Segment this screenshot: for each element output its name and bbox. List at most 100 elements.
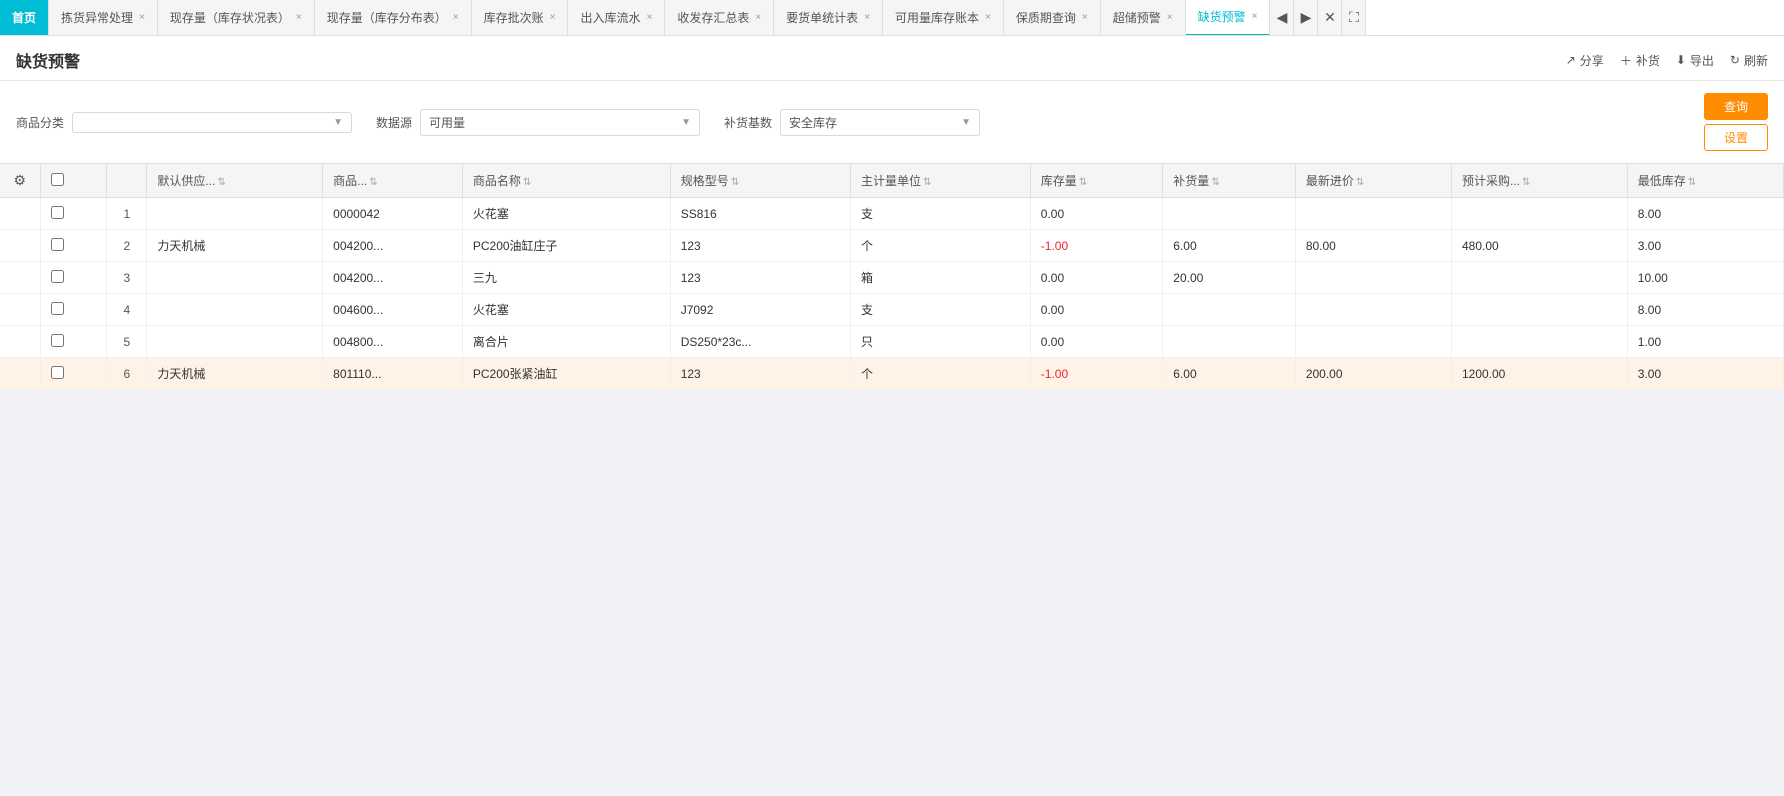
sort-product-code-icon: ⇅	[369, 177, 377, 188]
tab-expiry-query[interactable]: 保质期查询 ×	[1004, 0, 1101, 36]
row-stock-qty-2: 0.00	[1030, 262, 1163, 294]
row-min-stock-1: 3.00	[1627, 230, 1783, 262]
tab-demand-stats[interactable]: 要货单统计表 ×	[774, 0, 883, 36]
tab-available-ledger[interactable]: 可用量库存账本 ×	[883, 0, 1004, 36]
replenish-button[interactable]: ＋ 补货	[1620, 52, 1660, 69]
refresh-label: 刷新	[1744, 52, 1768, 69]
table-container: ⚙ 默认供应...⇅ 商品...⇅ 商品名称⇅ 规格型号⇅ 主计量单位⇅ 库存量…	[0, 163, 1784, 390]
sort-spec-icon: ⇅	[731, 177, 739, 188]
row-min-stock-2: 10.00	[1627, 262, 1783, 294]
tab-available-ledger-close[interactable]: ×	[985, 12, 991, 23]
tab-inventory-status[interactable]: 现存量（库存状况表） ×	[158, 0, 315, 36]
select-all-checkbox[interactable]	[51, 173, 64, 186]
share-button[interactable]: ↗ 分享	[1566, 52, 1604, 69]
tab-inventory-dist[interactable]: 现存量（库存分布表） ×	[315, 0, 472, 36]
row-unit-2: 箱	[851, 262, 1031, 294]
col-unit[interactable]: 主计量单位⇅	[851, 164, 1031, 198]
sort-min-stock-icon: ⇅	[1688, 177, 1696, 188]
col-stock-qty[interactable]: 库存量⇅	[1030, 164, 1163, 198]
replenish-base-select[interactable]: 安全库存 ▼	[780, 109, 980, 136]
row-checkbox-5[interactable]	[40, 358, 107, 390]
row-stock-qty-5: -1.00	[1030, 358, 1163, 390]
row-select-checkbox-2[interactable]	[51, 270, 64, 283]
col-product-code[interactable]: 商品...⇅	[323, 164, 463, 198]
tab-next-button[interactable]: ▶	[1294, 0, 1318, 36]
row-select-checkbox-4[interactable]	[51, 334, 64, 347]
col-spec[interactable]: 规格型号⇅	[670, 164, 850, 198]
row-checkbox-2[interactable]	[40, 262, 107, 294]
row-unit-5: 个	[851, 358, 1031, 390]
settings-icon[interactable]: ⚙	[13, 172, 26, 188]
row-latest-price-1: 80.00	[1295, 230, 1451, 262]
row-no-1: 2	[107, 230, 147, 262]
row-select-checkbox-3[interactable]	[51, 302, 64, 315]
row-checkbox-0[interactable]	[40, 198, 107, 230]
row-settings-0	[0, 198, 40, 230]
refresh-button[interactable]: ↻ 刷新	[1730, 52, 1768, 69]
col-default-supplier-label: 默认供应...	[157, 174, 215, 188]
datasource-select[interactable]: 可用量 ▼	[420, 109, 700, 136]
row-estimated-purchase-1: 480.00	[1451, 230, 1627, 262]
tab-close-all-button[interactable]: ✕	[1318, 0, 1342, 36]
tab-home[interactable]: 首页	[0, 0, 49, 36]
tab-demand-stats-close[interactable]: ×	[864, 12, 870, 23]
row-unit-4: 只	[851, 326, 1031, 358]
row-select-checkbox-0[interactable]	[51, 206, 64, 219]
row-replenish-qty-1: 6.00	[1163, 230, 1296, 262]
category-select-arrow-icon: ▼	[333, 117, 343, 128]
col-settings[interactable]: ⚙	[0, 164, 40, 198]
datasource-select-value: 可用量	[429, 114, 465, 131]
tab-abnormal[interactable]: 拣货异常处理 ×	[49, 0, 158, 36]
settings-button[interactable]: 设置	[1704, 124, 1768, 151]
tab-inout-flow[interactable]: 出入库流水 ×	[568, 0, 665, 36]
tab-overstock-warning-close[interactable]: ×	[1167, 12, 1173, 23]
export-button[interactable]: ⬇ 导出	[1676, 52, 1714, 69]
row-checkbox-1[interactable]	[40, 230, 107, 262]
tab-receipt-summary[interactable]: 收发存汇总表 ×	[665, 0, 774, 36]
refresh-icon: ↻	[1730, 53, 1740, 67]
row-spec-2: 123	[670, 262, 850, 294]
row-estimated-purchase-2	[1451, 262, 1627, 294]
page-header: 缺货预警 ↗ 分享 ＋ 补货 ⬇ 导出 ↻ 刷新	[0, 36, 1784, 81]
row-stock-qty-4: 0.00	[1030, 326, 1163, 358]
tab-inventory-dist-close[interactable]: ×	[453, 12, 459, 23]
row-select-checkbox-1[interactable]	[51, 238, 64, 251]
replenish-base-filter-group: 补货基数 安全库存 ▼	[724, 109, 980, 136]
row-replenish-qty-0	[1163, 198, 1296, 230]
table-row: 2 力天机械 004200... PC200油缸庄子 123 个 -1.00 6…	[0, 230, 1784, 262]
row-spec-3: J7092	[670, 294, 850, 326]
tab-prev-button[interactable]: ◀	[1270, 0, 1294, 36]
row-checkbox-3[interactable]	[40, 294, 107, 326]
tab-inout-flow-close[interactable]: ×	[646, 12, 652, 23]
row-settings-3	[0, 294, 40, 326]
tab-shortage-warning[interactable]: 缺货预警 ×	[1186, 0, 1271, 36]
row-no-3: 4	[107, 294, 147, 326]
col-min-stock[interactable]: 最低库存⇅	[1627, 164, 1783, 198]
col-product-code-label: 商品...	[333, 174, 367, 188]
tab-receipt-summary-close[interactable]: ×	[755, 12, 761, 23]
datasource-select-arrow-icon: ▼	[681, 117, 691, 128]
tab-shortage-warning-close[interactable]: ×	[1252, 11, 1258, 22]
row-unit-1: 个	[851, 230, 1031, 262]
col-replenish-qty[interactable]: 补货量⇅	[1163, 164, 1296, 198]
row-checkbox-4[interactable]	[40, 326, 107, 358]
col-product-name[interactable]: 商品名称⇅	[462, 164, 670, 198]
col-estimated-purchase[interactable]: 预计采购...⇅	[1451, 164, 1627, 198]
tab-inventory-status-close[interactable]: ×	[296, 12, 302, 23]
row-select-checkbox-5[interactable]	[51, 366, 64, 379]
row-product-name-1: PC200油缸庄子	[462, 230, 670, 262]
table-row: 4 004600... 火花塞 J7092 支 0.00 8.00	[0, 294, 1784, 326]
col-latest-price[interactable]: 最新进价⇅	[1295, 164, 1451, 198]
query-button[interactable]: 查询	[1704, 93, 1768, 120]
data-table: ⚙ 默认供应...⇅ 商品...⇅ 商品名称⇅ 规格型号⇅ 主计量单位⇅ 库存量…	[0, 163, 1784, 390]
filter-actions: 查询 设置	[1704, 93, 1768, 151]
tab-overstock-warning[interactable]: 超储预警 ×	[1101, 0, 1186, 36]
tab-expand-button[interactable]: ⛶	[1342, 0, 1366, 36]
tab-batch-account-close[interactable]: ×	[550, 12, 556, 23]
category-select[interactable]: ▼	[72, 112, 352, 133]
sort-stock-qty-icon: ⇅	[1079, 177, 1087, 188]
tab-abnormal-close[interactable]: ×	[139, 12, 145, 23]
col-default-supplier[interactable]: 默认供应...⇅	[147, 164, 323, 198]
tab-expiry-query-close[interactable]: ×	[1082, 12, 1088, 23]
tab-batch-account[interactable]: 库存批次账 ×	[472, 0, 569, 36]
